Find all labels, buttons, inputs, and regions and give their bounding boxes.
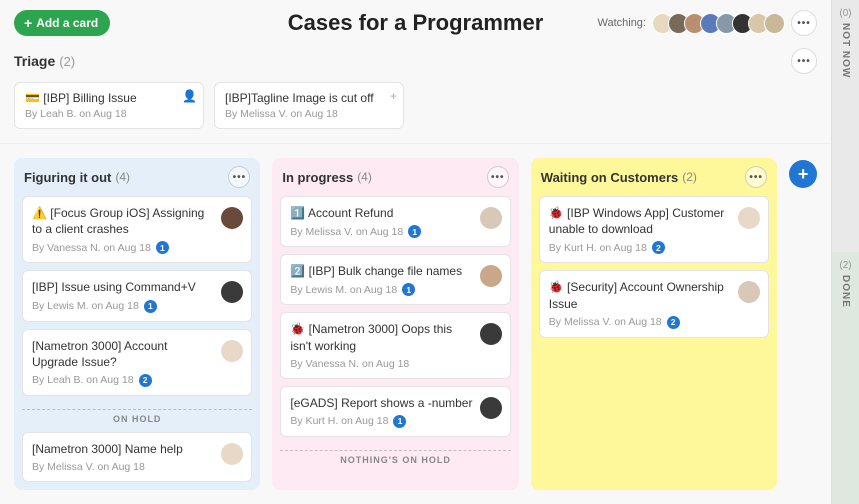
card[interactable]: [eGADS] Report shows a -number By Kurt H.… xyxy=(280,386,510,437)
column-title: Figuring it out xyxy=(24,170,111,185)
card-byline: By Vanessa N. on Aug 18 xyxy=(290,358,500,370)
column-count: (2) xyxy=(682,170,697,184)
card[interactable]: [Nametron 3000] Name help By Melissa V. o… xyxy=(22,432,252,482)
side-count: (0) xyxy=(839,8,851,19)
assignee-avatar[interactable] xyxy=(221,340,243,362)
card-byline: By Leah B. on Aug 182 xyxy=(32,374,242,387)
triage-title: Triage xyxy=(14,53,55,69)
card-byline: By Kurt H. on Aug 182 xyxy=(549,241,759,254)
add-column-button[interactable]: + xyxy=(789,160,817,188)
comment-badge: 1 xyxy=(393,415,406,428)
header: + Add a card Cases for a Programmer Watch… xyxy=(0,0,831,42)
card[interactable]: 2️⃣ [IBP] Bulk change file names By Lewis… xyxy=(280,254,510,305)
card-title: 🐞 [IBP Windows App] Customer unable to d… xyxy=(549,205,759,237)
corner-icon: 👤 xyxy=(182,89,197,103)
card-title: 🐞 [Nametron 3000] Oops this isn't workin… xyxy=(290,321,500,353)
card-byline: By Vanessa N. on Aug 181 xyxy=(32,241,242,254)
card-byline: By Melissa V. on Aug 18 xyxy=(32,461,242,473)
side-done[interactable]: (2) DONE xyxy=(832,252,859,504)
column: Figuring it out (4) ••• ⚠️ [Focus Group iOS… xyxy=(14,158,260,490)
column-count: (4) xyxy=(357,170,372,184)
comment-badge: 1 xyxy=(156,241,169,254)
triage-card[interactable]: 💳 [IBP] Billing Issue By Leah B. on Aug 1… xyxy=(14,82,204,129)
card[interactable]: 🐞 [IBP Windows App] Customer unable to d… xyxy=(539,196,769,263)
assignee-avatar[interactable] xyxy=(480,265,502,287)
card-title: [Nametron 3000] Name help xyxy=(32,441,242,457)
card-title: 1️⃣ Account Refund xyxy=(290,205,500,221)
card-title: ⚠️ [Focus Group iOS] Assigning to a clie… xyxy=(32,205,242,237)
card-byline: By Kurt H. on Aug 181 xyxy=(290,415,500,428)
triage-count: (2) xyxy=(59,54,75,69)
column-menu-button[interactable]: ••• xyxy=(745,166,767,188)
column-menu-button[interactable]: ••• xyxy=(487,166,509,188)
assignee-avatar[interactable] xyxy=(480,323,502,345)
card[interactable]: [IBP] Issue using Command+V By Lewis M. o… xyxy=(22,270,252,321)
corner-icon: + xyxy=(390,89,397,103)
add-card-button[interactable]: + Add a card xyxy=(14,10,110,36)
card-byline: By Leah B. on Aug 18 xyxy=(25,108,193,120)
column: In progress (4) ••• 1️⃣ Account Refund By Me… xyxy=(272,158,518,490)
card[interactable]: 🐞 [Security] Account Ownership Issue By M… xyxy=(539,270,769,337)
watching-label: Watching: xyxy=(597,17,646,29)
column-count: (4) xyxy=(115,170,130,184)
comment-badge: 2 xyxy=(667,316,680,329)
triage-section: Triage (2) ••• 💳 [IBP] Billing Issue By L… xyxy=(0,42,831,144)
side-label: DONE xyxy=(840,275,851,308)
card-byline: By Melissa V. on Aug 18 xyxy=(225,108,393,120)
header-menu-button[interactable]: ••• xyxy=(791,10,817,36)
comment-badge: 1 xyxy=(408,225,421,238)
card[interactable]: 1️⃣ Account Refund By Melissa V. on Aug 1… xyxy=(280,196,510,247)
card-title: [Nametron 3000] Account Upgrade Issue? xyxy=(32,338,242,370)
plus-icon: + xyxy=(24,16,32,30)
card[interactable]: [Nametron 3000] Account Upgrade Issue? By… xyxy=(22,329,252,396)
triage-menu-button[interactable]: ••• xyxy=(791,48,817,74)
column-title: In progress xyxy=(282,170,353,185)
comment-badge: 2 xyxy=(139,374,152,387)
assignee-avatar[interactable] xyxy=(480,207,502,229)
watchers: Watching: ••• xyxy=(597,10,817,36)
card-title: 🐞 [Security] Account Ownership Issue xyxy=(549,279,759,311)
comment-badge: 1 xyxy=(144,300,157,313)
assignee-avatar[interactable] xyxy=(738,207,760,229)
card-byline: By Lewis M. on Aug 181 xyxy=(290,283,500,296)
hold-divider: NOTHING'S ON HOLD xyxy=(280,450,510,465)
card-byline: By Melissa V. on Aug 182 xyxy=(549,316,759,329)
comment-badge: 1 xyxy=(402,283,415,296)
side-label: NOT NOW xyxy=(840,23,851,78)
card-title: 2️⃣ [IBP] Bulk change file names xyxy=(290,263,500,279)
watcher-avatars[interactable] xyxy=(652,13,785,34)
card-title: [eGADS] Report shows a -number xyxy=(290,395,500,411)
side-not-now[interactable]: (0) NOT NOW xyxy=(832,0,859,252)
side-count: (2) xyxy=(839,260,851,271)
add-card-label: Add a card xyxy=(36,16,98,30)
page-title: Cases for a Programmer xyxy=(288,10,544,36)
column: Waiting on Customers (2) ••• 🐞 [IBP Windows… xyxy=(531,158,777,490)
card-byline: By Lewis M. on Aug 181 xyxy=(32,300,242,313)
comment-badge: 2 xyxy=(652,241,665,254)
card[interactable]: ⚠️ [Focus Group iOS] Assigning to a clie… xyxy=(22,196,252,263)
card[interactable]: 🐞 [Nametron 3000] Oops this isn't workin… xyxy=(280,312,510,378)
triage-card[interactable]: [IBP]Tagline Image is cut off By Melissa … xyxy=(214,82,404,129)
card-title: [IBP] Issue using Command+V xyxy=(32,279,242,295)
column-menu-button[interactable]: ••• xyxy=(228,166,250,188)
hold-divider: ON HOLD xyxy=(22,409,252,424)
card-byline: By Melissa V. on Aug 181 xyxy=(290,225,500,238)
card-title: [IBP]Tagline Image is cut off xyxy=(225,91,393,105)
card-title: 💳 [IBP] Billing Issue xyxy=(25,91,193,105)
column-title: Waiting on Customers xyxy=(541,170,678,185)
avatar[interactable] xyxy=(764,13,785,34)
assignee-avatar[interactable] xyxy=(480,397,502,419)
side-rail: (0) NOT NOW (2) DONE xyxy=(831,0,859,504)
